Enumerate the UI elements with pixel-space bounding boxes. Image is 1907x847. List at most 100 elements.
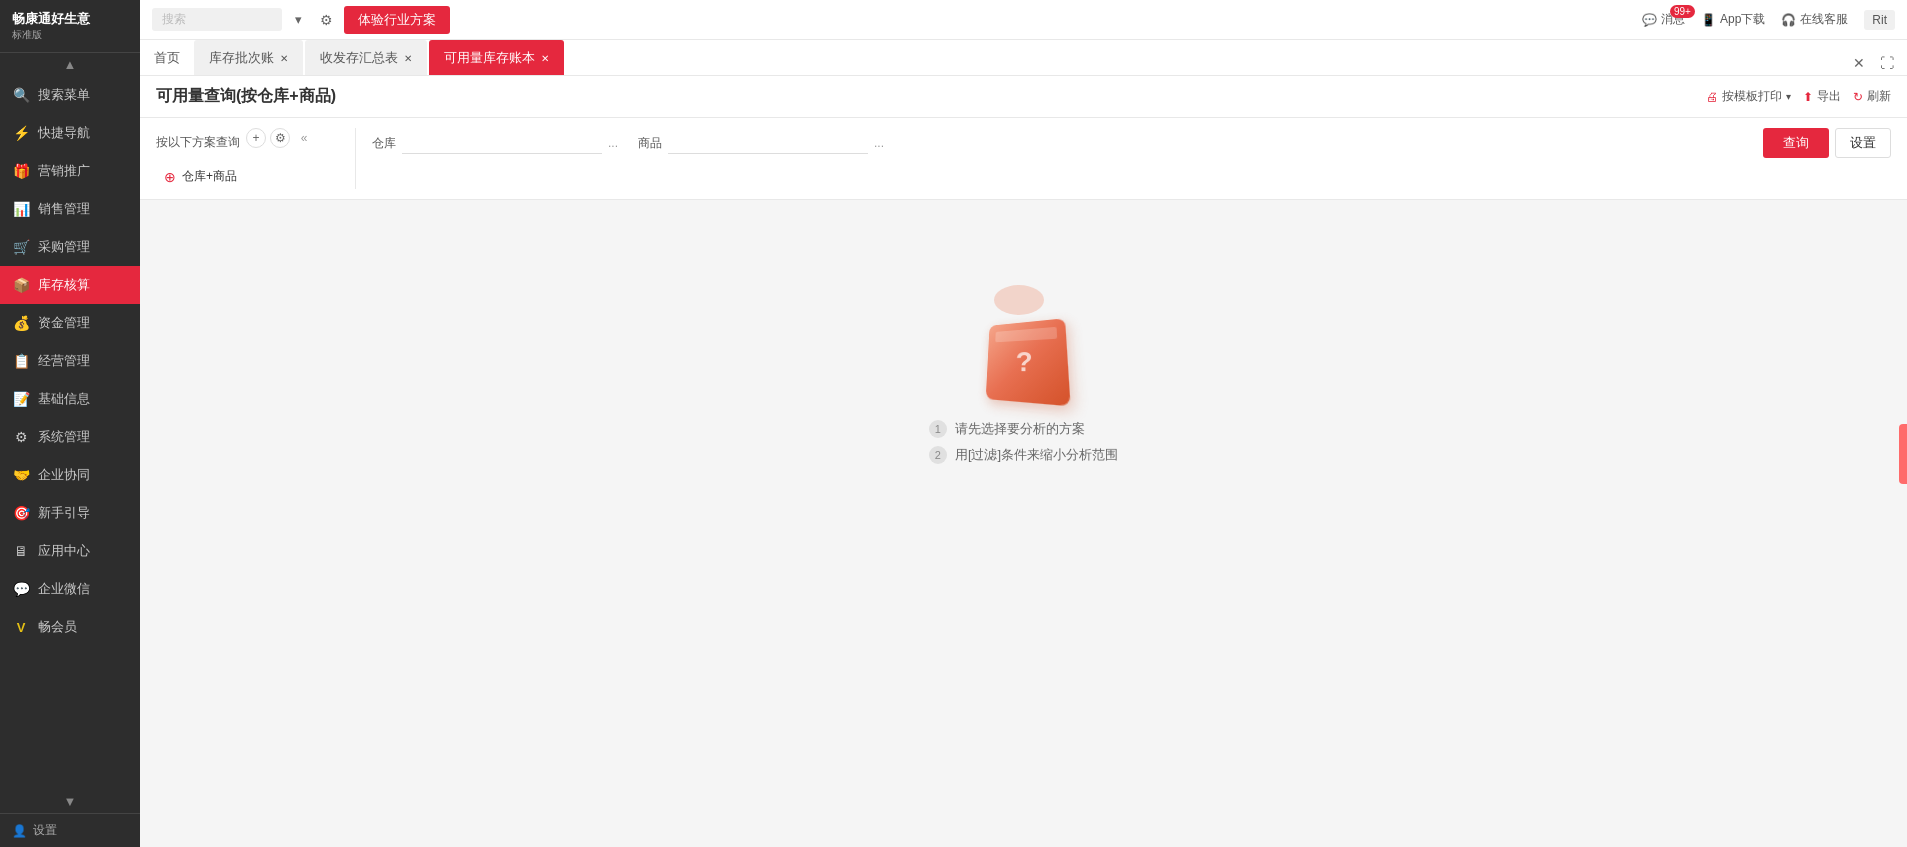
scheme-item-warehouse-product[interactable]: ⊕ 仓库+商品 <box>156 164 345 189</box>
tab-label: 库存批次账 <box>209 49 274 67</box>
empty-hints: 1 请先选择要分析的方案 2 用[过滤]条件来缩小分析范围 <box>929 420 1118 464</box>
sidebar-item-label: 新手引导 <box>38 504 90 522</box>
tabs-right-controls: ✕ ⛶ <box>1839 51 1907 75</box>
sidebar-item-label: 搜索菜单 <box>38 86 90 104</box>
tab-expand-button[interactable]: ⛶ <box>1875 51 1899 75</box>
sidebar-item-quicknav[interactable]: ⚡ 快捷导航 <box>0 114 140 152</box>
hint-text-2: 用[过滤]条件来缩小分析范围 <box>955 446 1118 464</box>
hint-num-1: 1 <box>929 420 947 438</box>
topbar-right: 💬 消息 99+ 📱 App下载 🎧 在线客服 Rit <box>1642 10 1895 30</box>
scheme-actions: + ⚙ « <box>246 128 314 148</box>
query-button[interactable]: 查询 <box>1763 128 1829 158</box>
message-button[interactable]: 💬 消息 99+ <box>1642 11 1685 28</box>
sidebar-item-guide[interactable]: 🎯 新手引导 <box>0 494 140 532</box>
refresh-icon: ↻ <box>1853 90 1863 104</box>
empty-illustration <box>964 280 1084 400</box>
scheme-item-label: 仓库+商品 <box>182 168 237 185</box>
close-icon[interactable]: ✕ <box>404 53 412 64</box>
sidebar-item-appcenter[interactable]: 🖥 应用中心 <box>0 532 140 570</box>
sidebar-nav: 🔍 搜索菜单 ⚡ 快捷导航 🎁 营销推广 📊 销售管理 🛒 采购管理 📦 库存核… <box>0 76 140 790</box>
hint-item-1: 1 请先选择要分析的方案 <box>929 420 1118 438</box>
filter-scheme-label: 按以下方案查询 + ⚙ « <box>156 128 345 156</box>
collapse-panel-button[interactable]: « <box>294 128 314 148</box>
topbar-dropdown-icon[interactable]: ▾ <box>288 10 308 30</box>
sidebar-scroll-down[interactable]: ▼ <box>0 790 140 813</box>
sidebar-item-marketing[interactable]: 🎁 营销推广 <box>0 152 140 190</box>
sidebar-item-inventory[interactable]: 📦 库存核算 <box>0 266 140 304</box>
sidebar-item-finance[interactable]: 💰 资金管理 <box>0 304 140 342</box>
topbar-search: 搜索 <box>152 8 282 31</box>
hint-num-2: 2 <box>929 446 947 464</box>
hint-item-2: 2 用[过滤]条件来缩小分析范围 <box>929 446 1118 464</box>
user-avatar-icon: 👤 <box>12 824 27 838</box>
app-download-label: App下载 <box>1720 11 1765 28</box>
sales-icon: 📊 <box>12 201 30 217</box>
tab-available-qty[interactable]: 可用量库存账本 ✕ <box>429 40 564 75</box>
close-icon[interactable]: ✕ <box>280 53 288 64</box>
sidebar-user[interactable]: 👤 设置 <box>0 813 140 847</box>
settings-scheme-button[interactable]: ⚙ <box>270 128 290 148</box>
sidebar-item-wxwork[interactable]: 💬 企业微信 <box>0 570 140 608</box>
sidebar-item-system[interactable]: ⚙ 系统管理 <box>0 418 140 456</box>
sidebar-item-label: 基础信息 <box>38 390 90 408</box>
product-input[interactable] <box>668 133 868 154</box>
sidebar-item-label: 资金管理 <box>38 314 90 332</box>
purchase-icon: 🛒 <box>12 239 30 255</box>
topbar-left: 搜索 ▾ ⚙ 体验行业方案 <box>152 6 1634 34</box>
export-button[interactable]: ⬆ 导出 <box>1803 88 1841 105</box>
tab-close-button[interactable]: ✕ <box>1847 51 1871 75</box>
sidebar-item-label: 企业协同 <box>38 466 90 484</box>
sidebar-item-label: 经营管理 <box>38 352 90 370</box>
sidebar-item-label: 快捷导航 <box>38 124 90 142</box>
tab-inventory-batch[interactable]: 库存批次账 ✕ <box>194 40 303 75</box>
close-icon[interactable]: ✕ <box>541 53 549 64</box>
tab-home[interactable]: 首页 <box>140 41 194 75</box>
sidebar-item-operations[interactable]: 📋 经营管理 <box>0 342 140 380</box>
collab-icon: 🤝 <box>12 467 30 483</box>
empty-box-shape <box>985 318 1070 406</box>
product-field-label: 商品 <box>638 135 662 152</box>
add-scheme-button[interactable]: + <box>246 128 266 148</box>
print-icon: 🖨 <box>1706 90 1718 104</box>
finance-icon: 💰 <box>12 315 30 331</box>
sidebar-item-search[interactable]: 🔍 搜索菜单 <box>0 76 140 114</box>
sidebar-item-label: 采购管理 <box>38 238 90 256</box>
sidebar-item-basicinfo[interactable]: 📝 基础信息 <box>0 380 140 418</box>
export-icon: ⬆ <box>1803 90 1813 104</box>
user-name-label: Rit <box>1872 13 1887 27</box>
filter-fields-panel: 仓库 ... 商品 ... 查询 设置 <box>356 128 1891 158</box>
app-download-button[interactable]: 📱 App下载 <box>1701 11 1765 28</box>
sidebar-item-member[interactable]: V 畅会员 <box>0 608 140 646</box>
print-dropdown-icon[interactable]: ▾ <box>1786 91 1791 102</box>
right-scroll-indicator[interactable] <box>1899 424 1907 484</box>
sidebar-item-purchase[interactable]: 🛒 采购管理 <box>0 228 140 266</box>
empty-state: 1 请先选择要分析的方案 2 用[过滤]条件来缩小分析范围 <box>140 200 1907 544</box>
online-service-button[interactable]: 🎧 在线客服 <box>1781 11 1848 28</box>
sidebar-item-collab[interactable]: 🤝 企业协同 <box>0 456 140 494</box>
sidebar-scroll-up[interactable]: ▲ <box>0 53 140 76</box>
refresh-button[interactable]: ↻ 刷新 <box>1853 88 1891 105</box>
print-button[interactable]: 🖨 按模板打印 ▾ <box>1706 88 1791 105</box>
topbar-gear-icon[interactable]: ⚙ <box>314 8 338 32</box>
sidebar-header: 畅康通好生意 标准版 <box>0 0 140 53</box>
tab-receipts-summary[interactable]: 收发存汇总表 ✕ <box>305 40 427 75</box>
filter-settings-button[interactable]: 设置 <box>1835 128 1891 158</box>
search-icon: 🔍 <box>12 87 30 103</box>
trial-button[interactable]: 体验行业方案 <box>344 6 450 34</box>
warehouse-more-button[interactable]: ... <box>608 136 618 150</box>
product-more-button[interactable]: ... <box>874 136 884 150</box>
inventory-icon: 📦 <box>12 277 30 293</box>
service-icon: 🎧 <box>1781 13 1796 27</box>
filter-area: 按以下方案查询 + ⚙ « ⊕ 仓库+商品 仓库 ... <box>140 118 1907 200</box>
user-profile-button[interactable]: Rit <box>1864 10 1895 30</box>
sidebar-item-sales[interactable]: 📊 销售管理 <box>0 190 140 228</box>
app-name: 畅康通好生意 <box>12 10 128 28</box>
appcenter-icon: 🖥 <box>12 543 30 559</box>
quicknav-icon: ⚡ <box>12 125 30 141</box>
sidebar-item-label: 营销推广 <box>38 162 90 180</box>
filter-schemes-panel: 按以下方案查询 + ⚙ « ⊕ 仓库+商品 <box>156 128 356 189</box>
scheme-icon: ⊕ <box>164 169 176 185</box>
page-title: 可用量查询(按仓库+商品) <box>156 86 336 107</box>
warehouse-input[interactable] <box>402 133 602 154</box>
search-placeholder: 搜索 <box>162 12 186 26</box>
